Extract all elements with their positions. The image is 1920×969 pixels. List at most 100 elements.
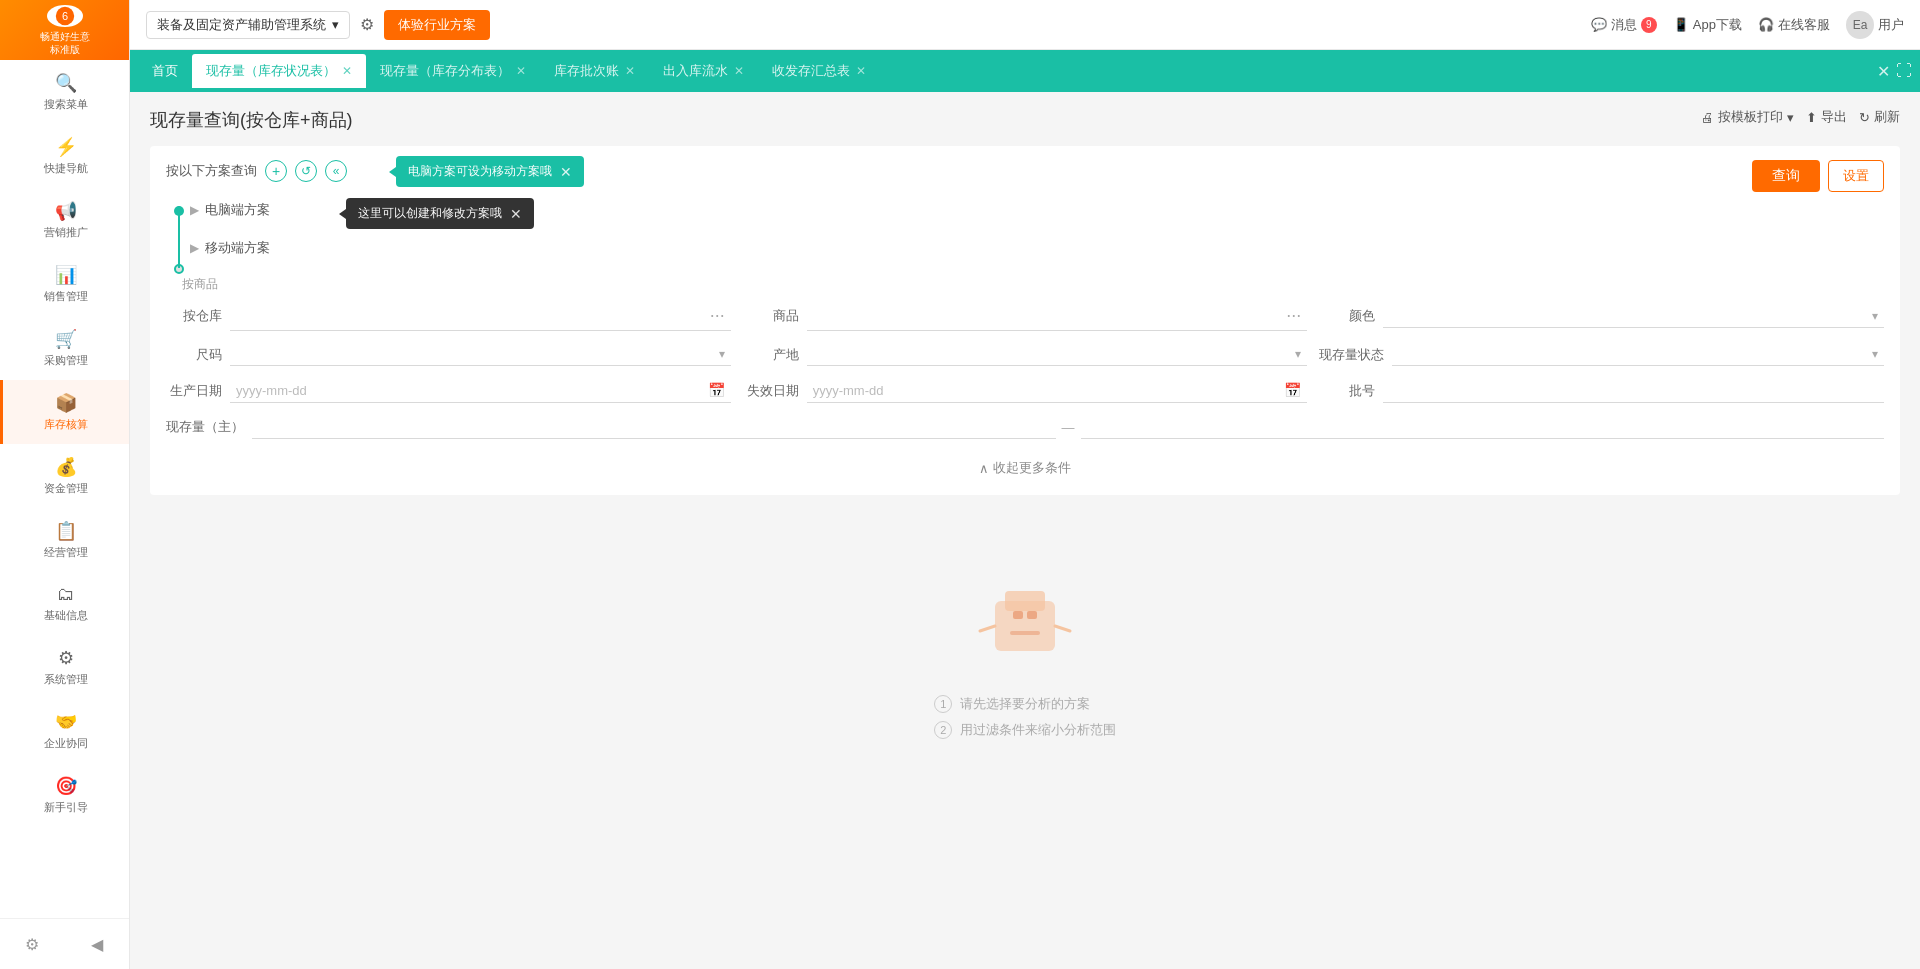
scheme-desktop-label: 电脑端方案 [205,201,270,219]
tab-in-out-flow[interactable]: 出入库流水 ✕ [649,54,758,88]
settings-btn[interactable]: 设置 [1828,160,1884,192]
sidebar-item-label: 库存核算 [44,417,88,432]
refresh-scheme-btn[interactable]: ↺ [295,160,317,182]
tab-close-icon[interactable]: ✕ [856,64,866,78]
warehouse-text-input[interactable] [236,308,706,323]
stock-main-to[interactable] [1081,415,1885,439]
stock-main-from[interactable] [252,415,1056,439]
size-dropdown-icon: ▾ [719,347,725,361]
goods-input[interactable]: ··· [807,301,1308,331]
refresh-btn[interactable]: ↻ 刷新 [1859,108,1900,126]
export-btn[interactable]: ⬆ 导出 [1806,108,1847,126]
warehouse-input[interactable]: ··· [230,301,731,331]
collapse-icon: ∧ [979,461,989,476]
scheme-list: ▶ 电脑端方案 这里可以创建和修改方案哦 ✕ ▶ 移动端方案 [182,196,1884,262]
color-dropdown-icon: ▾ [1872,309,1878,323]
finance-icon: 💰 [55,456,77,478]
app-download-btn[interactable]: 📱 App下载 [1673,16,1742,34]
arrow-scheme-btn[interactable]: « [325,160,347,182]
sidebar-item-guide[interactable]: 🎯 新手引导 [0,763,129,827]
user-menu[interactable]: Ea 用户 [1846,11,1904,39]
print-btn[interactable]: 🖨 按模板打印 ▾ [1701,108,1794,126]
color-select[interactable]: ▾ [1383,305,1884,328]
tab-receive-send-summary[interactable]: 收发存汇总表 ✕ [758,54,880,88]
sidebar-item-label: 系统管理 [44,672,88,687]
tab-close-all-icon[interactable]: ✕ [1877,62,1890,81]
sidebar-item-enterprise[interactable]: 🤝 企业协同 [0,699,129,763]
sidebar-item-quick-nav[interactable]: ⚡ 快捷导航 [0,124,129,188]
sidebar-item-purchase[interactable]: 🛒 采购管理 [0,316,129,380]
add-scheme-btn[interactable]: + [265,160,287,182]
system-dropdown[interactable]: 装备及固定资产辅助管理系统 ▾ [146,11,350,39]
sidebar-item-inventory[interactable]: 📦 库存核算 [0,380,129,444]
calendar-icon-prod[interactable]: 📅 [708,382,725,398]
origin-select[interactable]: ▾ [807,343,1308,366]
warehouse-field: 按仓库 ··· [166,301,731,331]
filter-row-3: 生产日期 yyyy-mm-dd 📅 失效日期 yyyy-mm-dd 📅 [166,378,1884,403]
expire-date-field: 失效日期 yyyy-mm-dd 📅 [743,378,1308,403]
scheme-edit-tooltip-wrapper: 这里可以创建和修改方案哦 ✕ [346,198,534,229]
tab-batch-account[interactable]: 库存批次账 ✕ [540,54,649,88]
sidebar-item-label: 营销推广 [44,225,88,240]
scheme-mobile[interactable]: ▶ 移动端方案 [182,234,1884,262]
tab-close-icon[interactable]: ✕ [625,64,635,78]
sidebar: 6 畅通好生意 标准版 🔍 搜索菜单 ⚡ 快捷导航 📢 营销推广 📊 销售管理 … [0,0,130,969]
sidebar-item-label: 基础信息 [44,608,88,623]
size-select[interactable]: ▾ [230,343,731,366]
sidebar-item-marketing[interactable]: 📢 营销推广 [0,188,129,252]
message-badge: 9 [1641,17,1657,33]
svg-text:6: 6 [61,9,67,21]
sidebar-settings-btn[interactable]: ⚙ [17,929,47,959]
sidebar-item-search-menu[interactable]: 🔍 搜索菜单 [0,60,129,124]
sidebar-item-label: 销售管理 [44,289,88,304]
headset-icon: 🎧 [1758,17,1774,32]
stock-status-select[interactable]: ▾ [1392,343,1884,366]
main-area: 装备及固定资产辅助管理系统 ▾ ⚙ 体验行业方案 💬 消息 9 📱 App下载 … [130,0,1920,969]
filter-row-4: 现存量（主） — [166,415,1884,439]
page-actions: 🖨 按模板打印 ▾ ⬆ 导出 ↻ 刷新 [1701,108,1900,126]
tab-home[interactable]: 首页 [138,54,192,88]
enterprise-icon: 🤝 [55,711,77,733]
message-btn[interactable]: 💬 消息 9 [1591,16,1657,34]
scheme-edit-close[interactable]: ✕ [510,206,522,222]
tab-close-icon[interactable]: ✕ [734,64,744,78]
batch-input[interactable] [1383,379,1884,403]
sidebar-item-operations[interactable]: 📋 经营管理 [0,508,129,572]
refresh-icon: ↻ [1859,110,1870,125]
sidebar-item-system[interactable]: ⚙ 系统管理 [0,635,129,699]
tab-inventory-status[interactable]: 现存量（库存状况表） ✕ [192,54,366,88]
filter-sub-label: 按商品 [182,276,1884,293]
sidebar-collapse-btn[interactable]: ◀ [82,929,112,959]
tab-label: 库存批次账 [554,62,619,80]
scheme-tooltip-close[interactable]: ✕ [560,164,572,180]
print-dropdown-icon: ▾ [1787,110,1794,125]
size-label: 尺码 [166,346,222,364]
scheme-arrow-icon-mobile: ▶ [190,241,199,255]
prod-date-input[interactable]: yyyy-mm-dd 📅 [230,378,731,403]
scheme-mobile-label: 移动端方案 [205,239,270,257]
expire-date-input[interactable]: yyyy-mm-dd 📅 [807,378,1308,403]
online-service-btn[interactable]: 🎧 在线客服 [1758,16,1830,34]
goods-dots-icon[interactable]: ··· [1286,305,1301,326]
tab-fullscreen-icon[interactable]: ⛶ [1896,62,1912,81]
sales-icon: 📊 [55,264,77,286]
calendar-icon-expire[interactable]: 📅 [1284,382,1301,398]
tab-close-icon[interactable]: ✕ [342,64,352,78]
color-label: 颜色 [1319,307,1375,325]
phone-icon: 📱 [1673,17,1689,32]
sidebar-item-finance[interactable]: 💰 资金管理 [0,444,129,508]
stock-status-label: 现存量状态 [1319,346,1384,364]
quick-nav-icon: ⚡ [55,136,77,158]
goods-text-input[interactable] [813,308,1283,323]
gear-icon[interactable]: ⚙ [360,15,374,34]
tab-close-icon[interactable]: ✕ [516,64,526,78]
sidebar-item-sales[interactable]: 📊 销售管理 [0,252,129,316]
experience-btn[interactable]: 体验行业方案 [384,10,490,40]
basic-info-icon: 🗂 [57,584,75,605]
tab-inventory-dist[interactable]: 现存量（库存分布表） ✕ [366,54,540,88]
collapse-bar[interactable]: ∧ 收起更多条件 [166,451,1884,481]
sidebar-item-basic-info[interactable]: 🗂 基础信息 [0,572,129,635]
query-btn[interactable]: 查询 [1752,160,1820,192]
stock-main-range: — [252,415,1884,439]
warehouse-dots-icon[interactable]: ··· [710,305,725,326]
